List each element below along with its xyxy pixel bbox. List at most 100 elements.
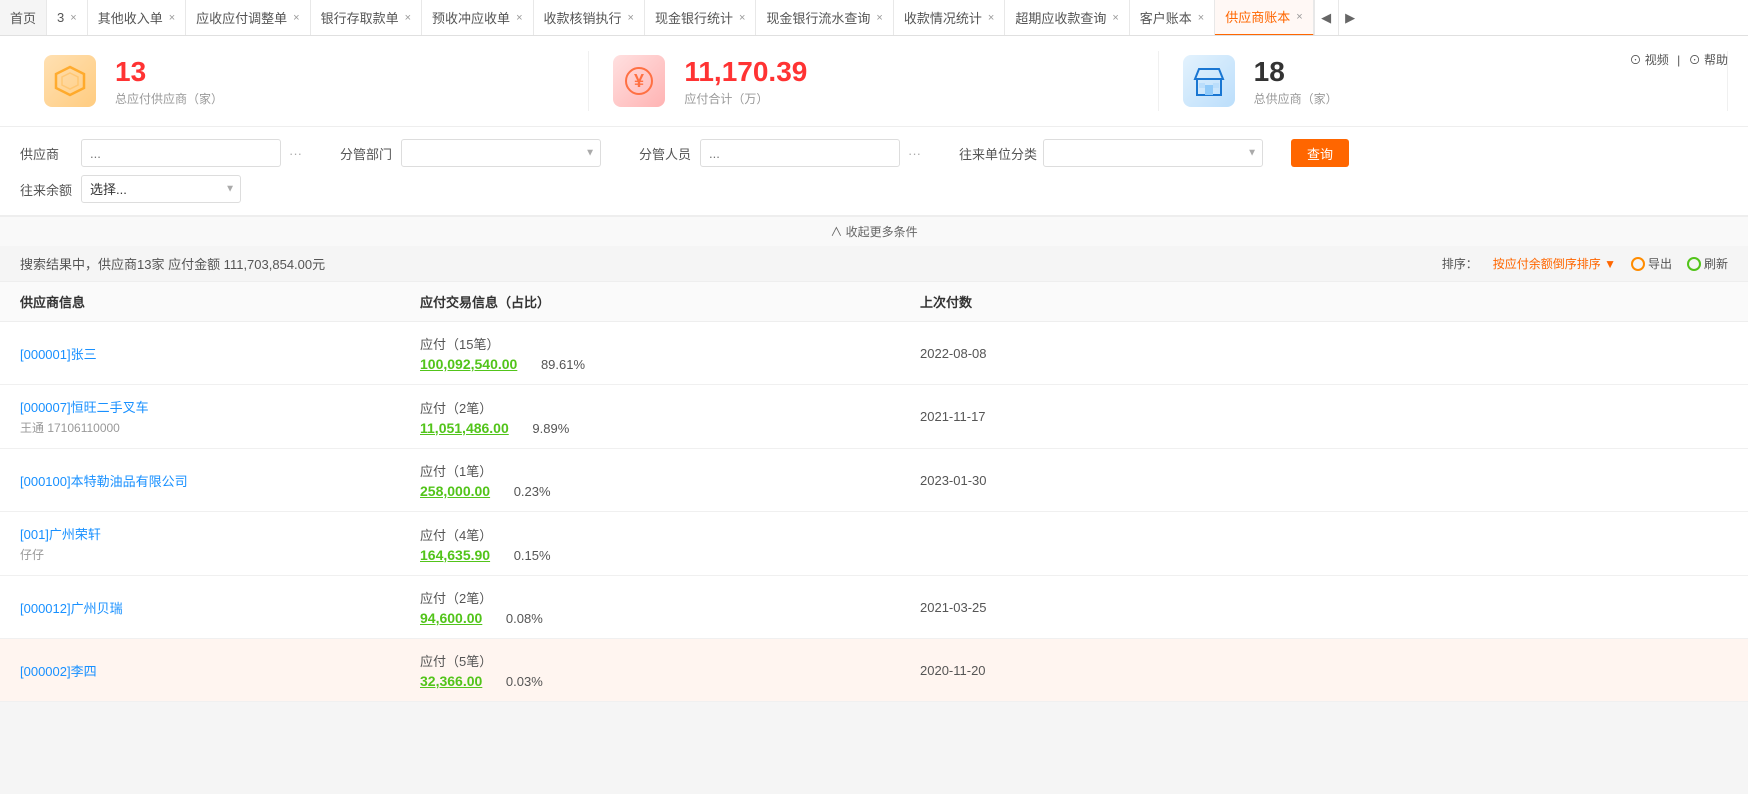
result-bar-right: 排序： 按应付余额倒序排序 ▼ 导出 刷新 (1442, 255, 1728, 272)
close-icon[interactable]: × (169, 12, 175, 24)
nav-tab-home[interactable]: 首页 (0, 0, 47, 36)
sort-select[interactable]: 按应付余额倒序排序 ▼ (1493, 255, 1616, 272)
nav-tab-bank-deposit-label: 银行存取款单 (321, 8, 399, 27)
tx-percent-1: 9.89% (532, 421, 569, 436)
nav-tab-cash-bank-flow[interactable]: 现金银行流水查询 × (756, 0, 893, 36)
tx-percent-2: 0.23% (514, 484, 551, 499)
export-button[interactable]: 导出 (1631, 255, 1672, 272)
help-question-icon: ⊙ (1689, 53, 1701, 67)
header-transaction: 应付交易信息（占比） (420, 292, 920, 311)
table-row: [000007]恒旺二手叉车 王通 17106110000 应付（2笔） 11,… (0, 385, 1748, 449)
refresh-button[interactable]: 刷新 (1687, 255, 1728, 272)
svg-text:¥: ¥ (634, 71, 644, 91)
nav-tab-cash-bank-flow-label: 现金银行流水查询 (766, 8, 870, 27)
row-lastpay-5: 2020-11-20 (920, 651, 1728, 689)
tx-amount-4[interactable]: 94,600.00 (420, 610, 482, 626)
row-supplier-4: [000012]广州贝瑞 (20, 588, 420, 626)
tx-amount-3[interactable]: 164,635.90 (420, 547, 490, 563)
video-link[interactable]: 视频 (1645, 53, 1669, 67)
close-icon[interactable]: × (988, 12, 994, 24)
summary-text-amount: 11,170.39 应付合计（万） (684, 55, 807, 108)
close-icon[interactable]: × (739, 12, 745, 24)
tx-label-2: 应付（1笔） (420, 461, 920, 480)
top-links: ⊙ 视频 | ⊙ 帮助 (1629, 51, 1728, 68)
header-lastpay: 上次付数 (920, 292, 1728, 311)
collapse-bar[interactable]: ∧ 收起更多条件 (0, 216, 1748, 246)
close-icon[interactable]: × (516, 12, 522, 24)
nav-tab-ar-ap-adjust[interactable]: 应收应付调整单 × (186, 0, 310, 36)
tx-amount-1[interactable]: 11,051,486.00 (420, 420, 509, 436)
tx-label-3: 应付（4笔） (420, 525, 920, 544)
tx-amount-5[interactable]: 32,366.00 (420, 673, 482, 689)
row-supplier-1: [000007]恒旺二手叉车 王通 17106110000 (20, 397, 420, 436)
nav-tab-customer-book[interactable]: 客户账本 × (1130, 0, 1215, 36)
supplier-link-4[interactable]: [000012]广州贝瑞 (20, 598, 420, 617)
row-lastpay-1: 2021-11-17 (920, 397, 1728, 436)
nav-tab-bank-deposit[interactable]: 银行存取款单 × (311, 0, 422, 36)
close-icon[interactable]: × (1112, 12, 1118, 24)
nav-prev-arrow[interactable]: ◀ (1314, 0, 1338, 36)
header-supplier: 供应商信息 (20, 292, 420, 311)
tx-amount-2[interactable]: 258,000.00 (420, 483, 490, 499)
nav-tab-collection-verify[interactable]: 收款核销执行 × (534, 0, 645, 36)
nav-tab-prepay-ar[interactable]: 预收冲应收单 × (422, 0, 533, 36)
summary-card-amount: ¥ 11,170.39 应付合计（万） (589, 51, 1158, 111)
table-row: [000012]广州贝瑞 应付（2笔） 94,600.00 0.08% 2021… (0, 576, 1748, 639)
search-button[interactable]: 查询 (1291, 139, 1349, 167)
table-row: [000002]李四 应付（5笔） 32,366.00 0.03% 2020-1… (0, 639, 1748, 702)
tx-percent-0: 89.61% (541, 357, 585, 372)
close-icon[interactable]: × (405, 12, 411, 24)
close-icon[interactable]: × (70, 12, 76, 24)
person-input[interactable] (700, 139, 900, 167)
suppliers-label: 总应付供应商（家） (115, 90, 223, 107)
balance-select[interactable]: 选择... (81, 175, 241, 203)
supplier-link-1[interactable]: [000007]恒旺二手叉车 (20, 397, 420, 416)
close-icon[interactable]: × (293, 12, 299, 24)
supplier-link-5[interactable]: [000002]李四 (20, 661, 420, 680)
nav-next-arrow[interactable]: ▶ (1338, 0, 1362, 36)
tx-label-1: 应付（2笔） (420, 398, 920, 417)
unit-class-select[interactable] (1043, 139, 1263, 167)
person-filter-label: 分管人员 (639, 144, 694, 163)
nav-tab-other-income[interactable]: 其他收入单 × (88, 0, 186, 36)
nav-tab-collection-stat[interactable]: 收款情况统计 × (894, 0, 1005, 36)
nav-tab-customer-book-label: 客户账本 (1140, 8, 1192, 27)
supplier-link-0[interactable]: [000001]张三 (20, 344, 420, 363)
total-suppliers-count: 18 (1254, 55, 1338, 89)
close-icon[interactable]: × (876, 12, 882, 24)
lastpay-date-5: 2020-11-20 (920, 663, 986, 678)
money-icon: ¥ (609, 51, 669, 111)
summary-area: 13 总应付供应商（家） ¥ 11,170.39 应付合计（万） (0, 36, 1748, 127)
lastpay-date-1: 2021-11-17 (920, 409, 986, 424)
summary-text-suppliers: 13 总应付供应商（家） (115, 55, 223, 108)
dept-filter-label: 分管部门 (340, 144, 395, 163)
filter-row-2: 往来余额 选择... ▼ (20, 175, 1728, 203)
supplier-link-2[interactable]: [000100]本特勒油品有限公司 (20, 471, 420, 490)
filter-person: 分管人员 ··· (639, 139, 921, 167)
summary-text-total-suppliers: 18 总供应商（家） (1254, 55, 1338, 108)
nav-tab-cash-bank-stat[interactable]: 现金银行统计 × (645, 0, 756, 36)
balance-select-wrap: 选择... ▼ (81, 175, 241, 203)
close-icon[interactable]: × (628, 12, 634, 24)
tx-label-0: 应付（15笔） (420, 334, 920, 353)
filter-dept: 分管部门 ▼ (340, 139, 601, 167)
table-row: [001]广州荣轩 仔仔 应付（4笔） 164,635.90 0.15% (0, 512, 1748, 576)
sort-value: 按应付余额倒序排序 (1493, 257, 1601, 271)
person-ellipsis: ··· (908, 146, 921, 161)
tx-amount-0[interactable]: 100,092,540.00 (420, 356, 517, 372)
export-icon (1631, 257, 1645, 271)
supplier-link-3[interactable]: [001]广州荣轩 (20, 524, 420, 543)
refresh-label: 刷新 (1704, 255, 1728, 272)
nav-tab-vendor-book[interactable]: 供应商账本 × (1215, 0, 1313, 36)
help-link[interactable]: 帮助 (1704, 53, 1728, 67)
supplier-subinfo-1: 王通 17106110000 (20, 419, 420, 436)
nav-tab-overdue-ar[interactable]: 超期应收款查询 × (1005, 0, 1129, 36)
pipe-divider: | (1677, 53, 1680, 67)
row-transaction-2: 应付（1笔） 258,000.00 0.23% (420, 461, 920, 499)
dept-select[interactable] (401, 139, 601, 167)
result-bar: 搜索结果中，供应商13家 应付金额 111,703,854.00元 排序： 按应… (0, 246, 1748, 282)
nav-tab-3[interactable]: 3 × (47, 0, 88, 36)
close-icon[interactable]: × (1198, 12, 1204, 24)
supplier-input[interactable] (81, 139, 281, 167)
close-icon[interactable]: × (1296, 11, 1302, 23)
